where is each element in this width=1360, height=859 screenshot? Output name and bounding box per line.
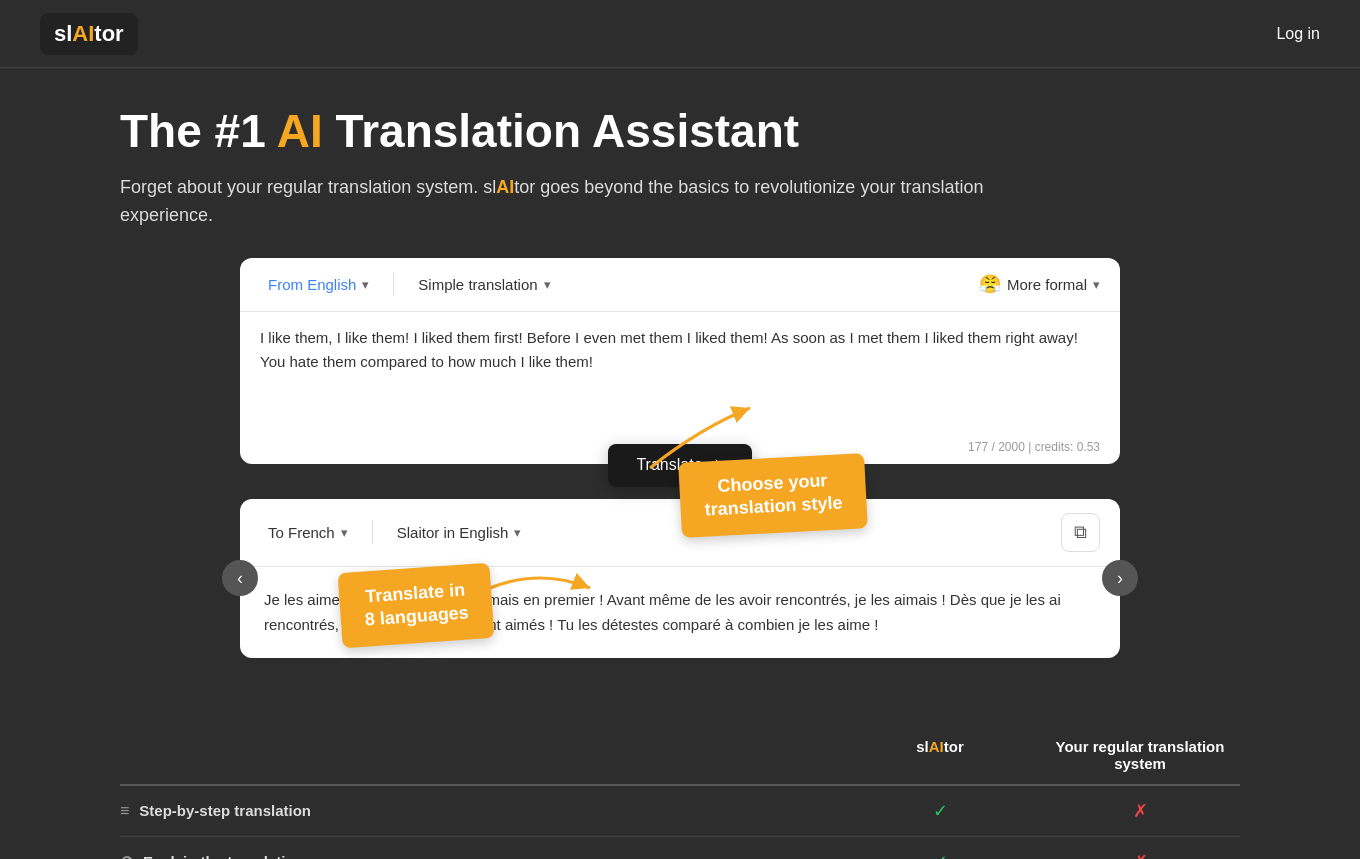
- hero-title-prefix: The #1: [120, 105, 277, 157]
- translation-type-chevron-icon: ▾: [544, 277, 551, 292]
- comparison-regular-col: Your regular translation system: [1040, 738, 1240, 772]
- source-language-chevron-icon: ▾: [362, 277, 369, 292]
- card-area: From English ▾ Simple translation ▾ 😤 Mo…: [120, 258, 1240, 658]
- copy-icon: ⧉: [1074, 522, 1087, 543]
- slaitor-lang-chevron-icon: ▾: [514, 525, 521, 540]
- hero-section: The #1 AI Translation Assistant Forget a…: [0, 68, 1360, 686]
- carousel-next-button[interactable]: ›: [1102, 560, 1138, 596]
- logo-ai: AI: [72, 21, 94, 46]
- feature-explain: ⊘ Explain the translation: [120, 852, 840, 859]
- translate-languages-text: Translate in8 languages: [364, 579, 469, 629]
- explain-icon: ⊘: [120, 852, 133, 859]
- source-language-select[interactable]: From English ▾: [260, 272, 377, 297]
- comparison-header: slAItor Your regular translation system: [120, 726, 1240, 786]
- translate-languages-callout: Translate in8 languages: [338, 563, 495, 648]
- hero-description: Forget about your regular translation sy…: [120, 174, 1020, 230]
- col-slaitor-ai: AI: [929, 738, 944, 755]
- target-language-select[interactable]: To French ▾: [260, 520, 356, 545]
- style-select[interactable]: 😤 More formal ▾: [979, 273, 1100, 295]
- translate-arrow-icon: [480, 558, 600, 618]
- hero-title: The #1 AI Translation Assistant: [120, 104, 1240, 158]
- step-icon: ≡: [120, 802, 129, 820]
- comparison-slaitor-col: slAItor: [840, 738, 1040, 772]
- style-chevron-icon: ▾: [1093, 277, 1100, 292]
- feature-label: Explain the translation: [143, 853, 304, 859]
- login-button[interactable]: Log in: [1276, 25, 1320, 43]
- comparison-section: slAItor Your regular translation system …: [120, 726, 1240, 859]
- feature-label: Step-by-step translation: [139, 802, 311, 819]
- source-language-label: From English: [268, 276, 356, 293]
- table-row: ⊘ Explain the translation ✓ ✗: [120, 837, 1240, 859]
- divider: [393, 272, 394, 296]
- choose-style-callout: Choose yourtranslation style: [678, 453, 868, 537]
- top-bar: From English ▾ Simple translation ▾ 😤 Mo…: [240, 258, 1120, 312]
- copy-button[interactable]: ⧉: [1061, 513, 1100, 552]
- logo-suffix: tor: [94, 21, 123, 46]
- carousel-prev-button[interactable]: ‹: [222, 560, 258, 596]
- regular-cross-step: ✗: [1040, 800, 1240, 822]
- header: slAItor Log in: [0, 0, 1360, 68]
- hero-desc-ai: AI: [496, 177, 514, 197]
- feature-step-by-step: ≡ Step-by-step translation: [120, 802, 840, 820]
- slaitor-check-step: ✓: [840, 800, 1040, 822]
- comparison-feature-col: [120, 738, 840, 772]
- translation-type-label: Simple translation: [418, 276, 537, 293]
- style-group: 😤 More formal ▾: [979, 273, 1100, 295]
- hero-title-ai: AI: [277, 105, 323, 157]
- target-language-chevron-icon: ▾: [341, 525, 348, 540]
- slaitor-lang-label: Slaitor in English: [397, 524, 509, 541]
- choose-style-text: Choose yourtranslation style: [704, 470, 843, 520]
- col-slaitor-prefix: sl: [916, 738, 929, 755]
- slaitor-check-explain: ✓: [840, 851, 1040, 859]
- hero-desc-prefix: Forget about your regular translation sy…: [120, 177, 496, 197]
- slaitor-lang-select[interactable]: Slaitor in English ▾: [389, 520, 530, 545]
- table-row: ≡ Step-by-step translation ✓ ✗: [120, 786, 1240, 837]
- logo: slAItor: [40, 13, 138, 55]
- hero-title-suffix: Translation Assistant: [323, 105, 799, 157]
- logo-prefix: sl: [54, 21, 72, 46]
- target-language-label: To French: [268, 524, 335, 541]
- col-slaitor-suffix: tor: [944, 738, 964, 755]
- regular-cross-explain: ✗: [1040, 851, 1240, 859]
- output-divider: [372, 520, 373, 544]
- style-label: More formal: [1007, 276, 1087, 293]
- translation-type-select[interactable]: Simple translation ▾: [410, 272, 558, 297]
- style-emoji: 😤: [979, 273, 1001, 295]
